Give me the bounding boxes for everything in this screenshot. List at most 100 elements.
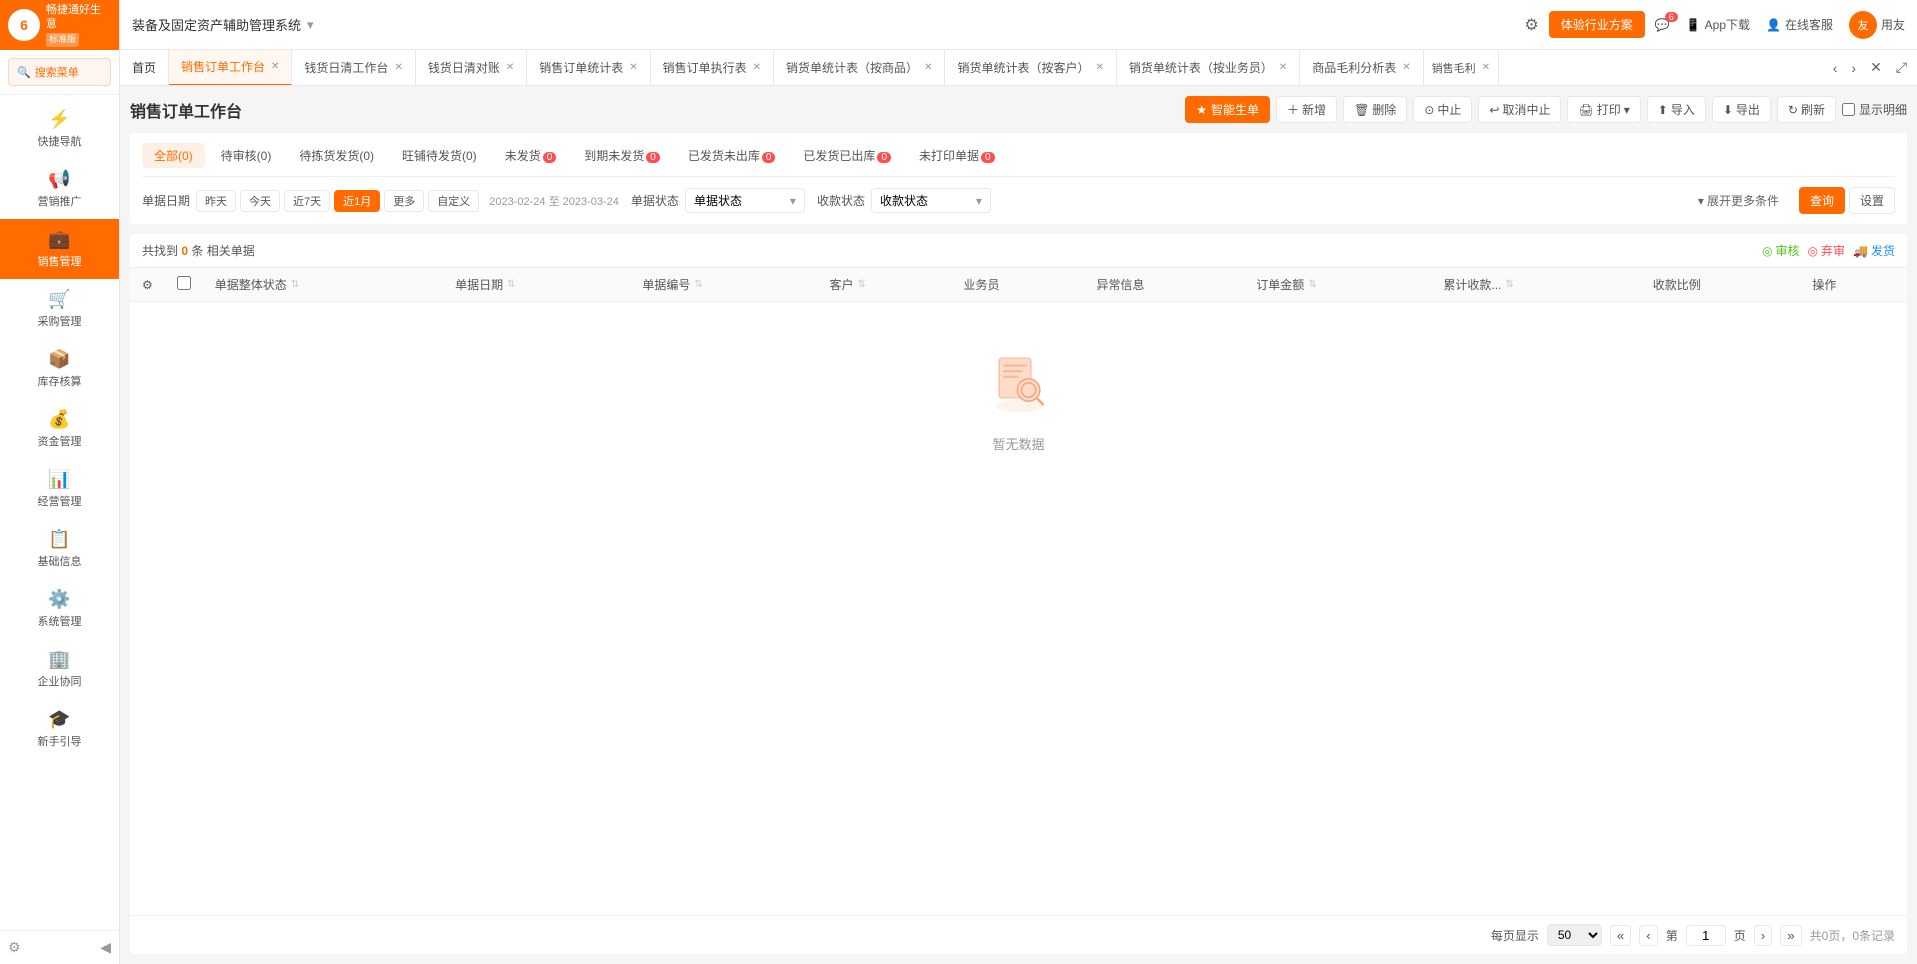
sidebar-item-sales[interactable]: 💼 销售管理	[0, 219, 119, 279]
page-size-select[interactable]: 50 10 20 100	[1547, 924, 1602, 946]
filter-tab-pending-inspect[interactable]: 待拣货发货(0)	[287, 143, 386, 168]
sort-status-icon[interactable]: ⇅	[291, 279, 299, 290]
search-menu-button[interactable]: 🔍 搜索菜单	[8, 58, 111, 86]
tab-scroll-left-button[interactable]: ‹	[1827, 58, 1844, 78]
delete-button[interactable]: 🗑 删除	[1343, 96, 1407, 123]
tab-sales-stat-salesperson[interactable]: 销货单统计表（按业务员） ✕	[1117, 50, 1300, 86]
shipped-not-stored-badge: 0	[762, 152, 776, 163]
tab-product-margin[interactable]: 商品毛利分析表 ✕	[1300, 50, 1423, 86]
expand-icon: ▾	[1698, 194, 1704, 208]
payment-select[interactable]: 收款状态 ▾	[871, 188, 991, 213]
tab-cash-reconcile[interactable]: 钱货日清对账 ✕	[416, 50, 527, 86]
filter-settings-button[interactable]: 设置	[1849, 187, 1895, 214]
sidebar-item-basic-info[interactable]: 📋 基础信息	[0, 519, 119, 579]
topbar-settings-icon[interactable]: ⚙	[1524, 15, 1538, 35]
date-btn-more[interactable]: 更多	[384, 190, 424, 212]
sidebar-item-enterprise[interactable]: 🏢 企业协同	[0, 639, 119, 699]
tab-sales-stat-customer[interactable]: 销货单统计表（按客户） ✕	[945, 50, 1116, 86]
tab-close-sales-workbench[interactable]: ✕	[271, 61, 279, 72]
tab-sales-stats[interactable]: 销售订单统计表 ✕	[527, 50, 650, 86]
tab-close-all-button[interactable]: ✕	[1864, 57, 1888, 78]
sort-customer-icon[interactable]: ⇅	[858, 279, 866, 290]
date-btn-yesterday[interactable]: 昨天	[196, 190, 236, 212]
collapse-sidebar-button[interactable]: ◀	[100, 939, 111, 956]
sort-number-icon[interactable]: ⇅	[694, 279, 702, 290]
app-download-button[interactable]: 📱 App下载	[1686, 16, 1750, 33]
download-icon: 📱	[1686, 18, 1701, 32]
filter-tab-not-printed[interactable]: 未打印单据0	[907, 143, 1007, 168]
new-button[interactable]: ＋ 新增	[1276, 96, 1337, 123]
sort-amount-icon[interactable]: ⇅	[1308, 279, 1316, 290]
tab-close-cash-reconcile[interactable]: ✕	[506, 62, 514, 73]
app-name-area: 装备及固定资产辅助管理系统 ▾	[132, 15, 1514, 34]
online-service-button[interactable]: 👤 在线客服	[1766, 16, 1833, 33]
sidebar-item-marketing[interactable]: 📢 营销推广	[0, 159, 119, 219]
filter-tab-not-shipped[interactable]: 未发货0	[493, 143, 569, 168]
table-settings-icon[interactable]: ⚙	[142, 278, 153, 292]
tab-cash-daily[interactable]: 钱货日清工作台 ✕	[292, 50, 415, 86]
settings-footer-button[interactable]: ⚙	[8, 939, 21, 956]
tab-close-sales-stat-salesperson[interactable]: ✕	[1279, 62, 1287, 73]
date-btn-today[interactable]: 今天	[240, 190, 280, 212]
prev-page-button[interactable]: ‹	[1639, 925, 1657, 946]
shipped-stored-badge: 0	[877, 152, 891, 163]
tab-close-sales-stat-product[interactable]: ✕	[924, 62, 932, 73]
filter-tab-expired-not-shipped[interactable]: 到期未发货0	[572, 143, 672, 168]
import-button[interactable]: ⬆ 导入	[1647, 96, 1706, 123]
date-btn-1month[interactable]: 近1月	[334, 190, 380, 212]
tab-sales-exec[interactable]: 销售订单执行表 ✕	[651, 50, 774, 86]
query-button[interactable]: 查询	[1799, 187, 1845, 214]
next-page-button[interactable]: ›	[1754, 925, 1772, 946]
filter-tab-wangpu[interactable]: 旺铺待发货(0)	[390, 143, 489, 168]
ship-button[interactable]: 🚚 发货	[1853, 242, 1895, 259]
tab-sales-gross[interactable]: 销售毛利 ✕	[1424, 50, 1499, 86]
industry-solution-button[interactable]: 体验行业方案	[1549, 11, 1645, 38]
audit-button[interactable]: ◎ 审核	[1762, 242, 1800, 259]
tab-close-sales-gross[interactable]: ✕	[1482, 62, 1490, 73]
export-button[interactable]: ⬇ 导出	[1712, 96, 1771, 123]
filter-tab-shipped-not-stored[interactable]: 已发货未出库0	[676, 143, 788, 168]
filter-tab-all[interactable]: 全部(0)	[142, 143, 205, 168]
filter-tab-pending-review[interactable]: 待审核(0)	[209, 143, 284, 168]
tab-close-cash-daily[interactable]: ✕	[394, 62, 402, 73]
tab-maximize-button[interactable]: ⤢	[1890, 57, 1913, 78]
basic-info-icon: 📋	[48, 529, 70, 550]
select-all-checkbox[interactable]	[177, 276, 191, 290]
stop-button[interactable]: ⊙ 中止	[1413, 96, 1472, 123]
tab-sales-workbench[interactable]: 销售订单工作台 ✕	[169, 50, 292, 86]
sidebar-item-operations[interactable]: 📊 经营管理	[0, 459, 119, 519]
status-select[interactable]: 单据状态 ▾	[685, 188, 805, 213]
refresh-button[interactable]: ↻ 刷新	[1777, 96, 1836, 123]
filter-tab-shipped-stored[interactable]: 已发货已出库0	[791, 143, 903, 168]
expand-conditions-button[interactable]: ▾ 展开更多条件	[1698, 192, 1779, 209]
date-btn-custom[interactable]: 自定义	[428, 190, 479, 212]
tab-close-sales-stats[interactable]: ✕	[629, 62, 637, 73]
user-menu-button[interactable]: 友 用友	[1849, 11, 1905, 39]
date-btn-7days[interactable]: 近7天	[284, 190, 330, 212]
cancel-stop-button[interactable]: ↩ 取消中止	[1478, 96, 1561, 123]
sidebar-item-finance[interactable]: 💰 资金管理	[0, 399, 119, 459]
first-page-button[interactable]: «	[1610, 925, 1631, 946]
tab-sales-stat-product[interactable]: 销货单统计表（按商品） ✕	[774, 50, 945, 86]
tab-scroll-right-button[interactable]: ›	[1845, 58, 1862, 78]
show-details-checkbox[interactable]	[1842, 103, 1855, 116]
cancel-audit-button[interactable]: ◎ 弃审	[1808, 242, 1846, 259]
sidebar-item-system[interactable]: ⚙️ 系统管理	[0, 579, 119, 639]
sidebar-item-guide[interactable]: 🎓 新手引导	[0, 699, 119, 759]
print-button[interactable]: 🖨 打印 ▾	[1567, 96, 1640, 123]
message-button[interactable]: 💬 6 💬	[1655, 18, 1670, 32]
table-scroll-area[interactable]: ⚙ 单据整体状态 ⇅	[130, 268, 1907, 915]
sidebar-item-quick-nav[interactable]: ⚡ 快捷导航	[0, 99, 119, 159]
page-number-input[interactable]	[1686, 925, 1726, 946]
tab-close-product-margin[interactable]: ✕	[1402, 62, 1410, 73]
sidebar-item-inventory[interactable]: 📦 库存核算	[0, 339, 119, 399]
sidebar-item-purchase[interactable]: 🛒 采购管理	[0, 279, 119, 339]
tab-close-sales-stat-customer[interactable]: ✕	[1095, 62, 1103, 73]
smart-create-button[interactable]: ★ 智能生单	[1185, 96, 1270, 123]
tab-home[interactable]: 首页	[120, 50, 169, 86]
sort-date-icon[interactable]: ⇅	[507, 279, 515, 290]
last-page-button[interactable]: »	[1780, 925, 1801, 946]
show-details-label[interactable]: 显示明细	[1842, 101, 1907, 118]
sort-collected-icon[interactable]: ⇅	[1505, 279, 1513, 290]
tab-close-sales-exec[interactable]: ✕	[753, 62, 761, 73]
